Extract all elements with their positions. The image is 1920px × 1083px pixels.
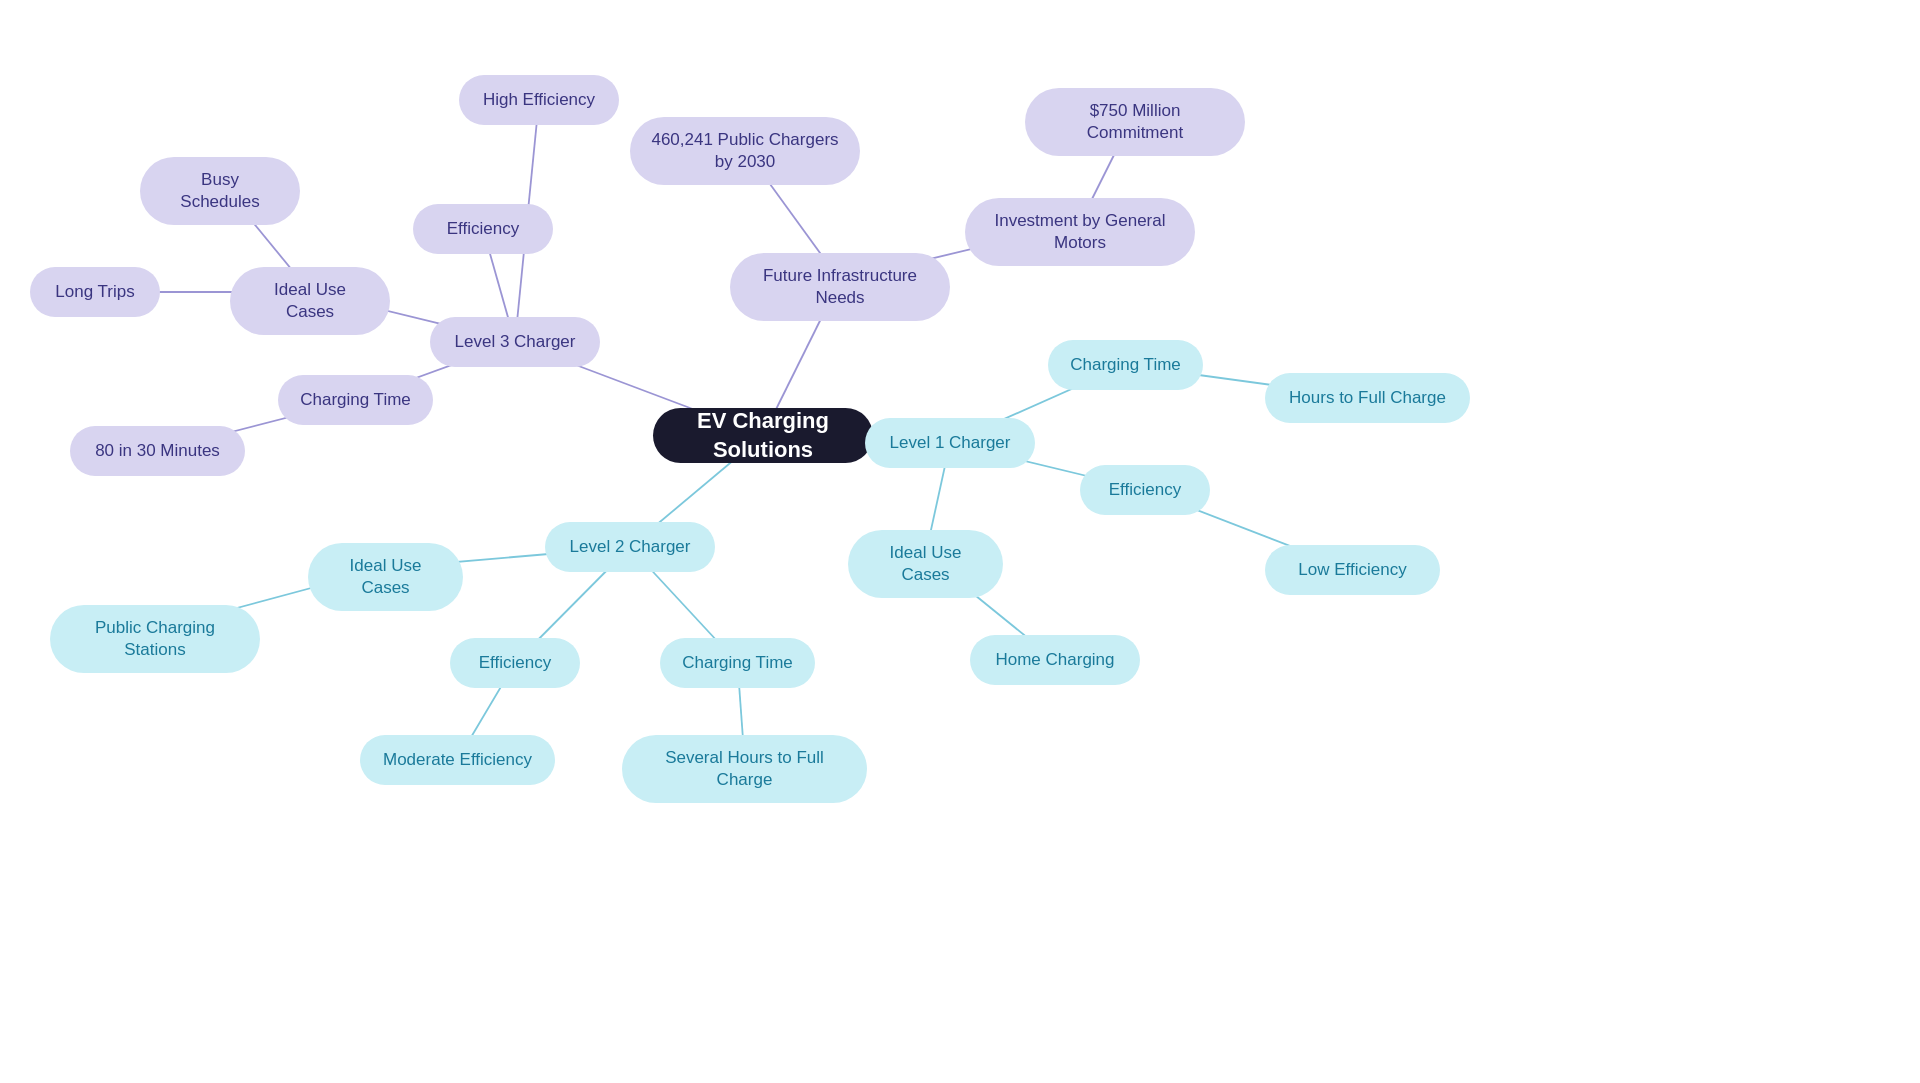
node-level3: Level 3 Charger (430, 317, 600, 367)
node-750m: $750 Million Commitment (1025, 88, 1245, 156)
node-idealuse3: Ideal Use Cases (230, 267, 390, 335)
node-chargetime3: Charging Time (278, 375, 433, 425)
mind-map: EV Charging Solutions Level 3 Charger Leve… (0, 0, 1920, 1083)
node-chargetime1: Charging Time (1048, 340, 1203, 390)
node-homecharg: Home Charging (970, 635, 1140, 685)
node-severalhrs: Several Hours to Full Charge (622, 735, 867, 803)
node-longtrips: Long Trips (30, 267, 160, 317)
node-eff2: Efficiency (450, 638, 580, 688)
node-min30: 80 in 30 Minutes (70, 426, 245, 476)
node-level1: Level 1 Charger (865, 418, 1035, 468)
center-node: EV Charging Solutions (653, 408, 873, 463)
node-idealuse1: Ideal Use Cases (848, 530, 1003, 598)
node-invest: Investment by General Motors (965, 198, 1195, 266)
node-future: Future Infrastructure Needs (730, 253, 950, 321)
node-pubstation: Public Charging Stations (50, 605, 260, 673)
node-busy: Busy Schedules (140, 157, 300, 225)
node-idealuse2: Ideal Use Cases (308, 543, 463, 611)
node-loweff: Low Efficiency (1265, 545, 1440, 595)
node-eff1: Efficiency (1080, 465, 1210, 515)
node-eff3: Efficiency (413, 204, 553, 254)
node-level2: Level 2 Charger (545, 522, 715, 572)
node-460k: 460,241 Public Chargers by 2030 (630, 117, 860, 185)
node-chargetime2: Charging Time (660, 638, 815, 688)
node-hrsfull: Hours to Full Charge (1265, 373, 1470, 423)
node-modeff: Moderate Efficiency (360, 735, 555, 785)
node-higheff: High Efficiency (459, 75, 619, 125)
